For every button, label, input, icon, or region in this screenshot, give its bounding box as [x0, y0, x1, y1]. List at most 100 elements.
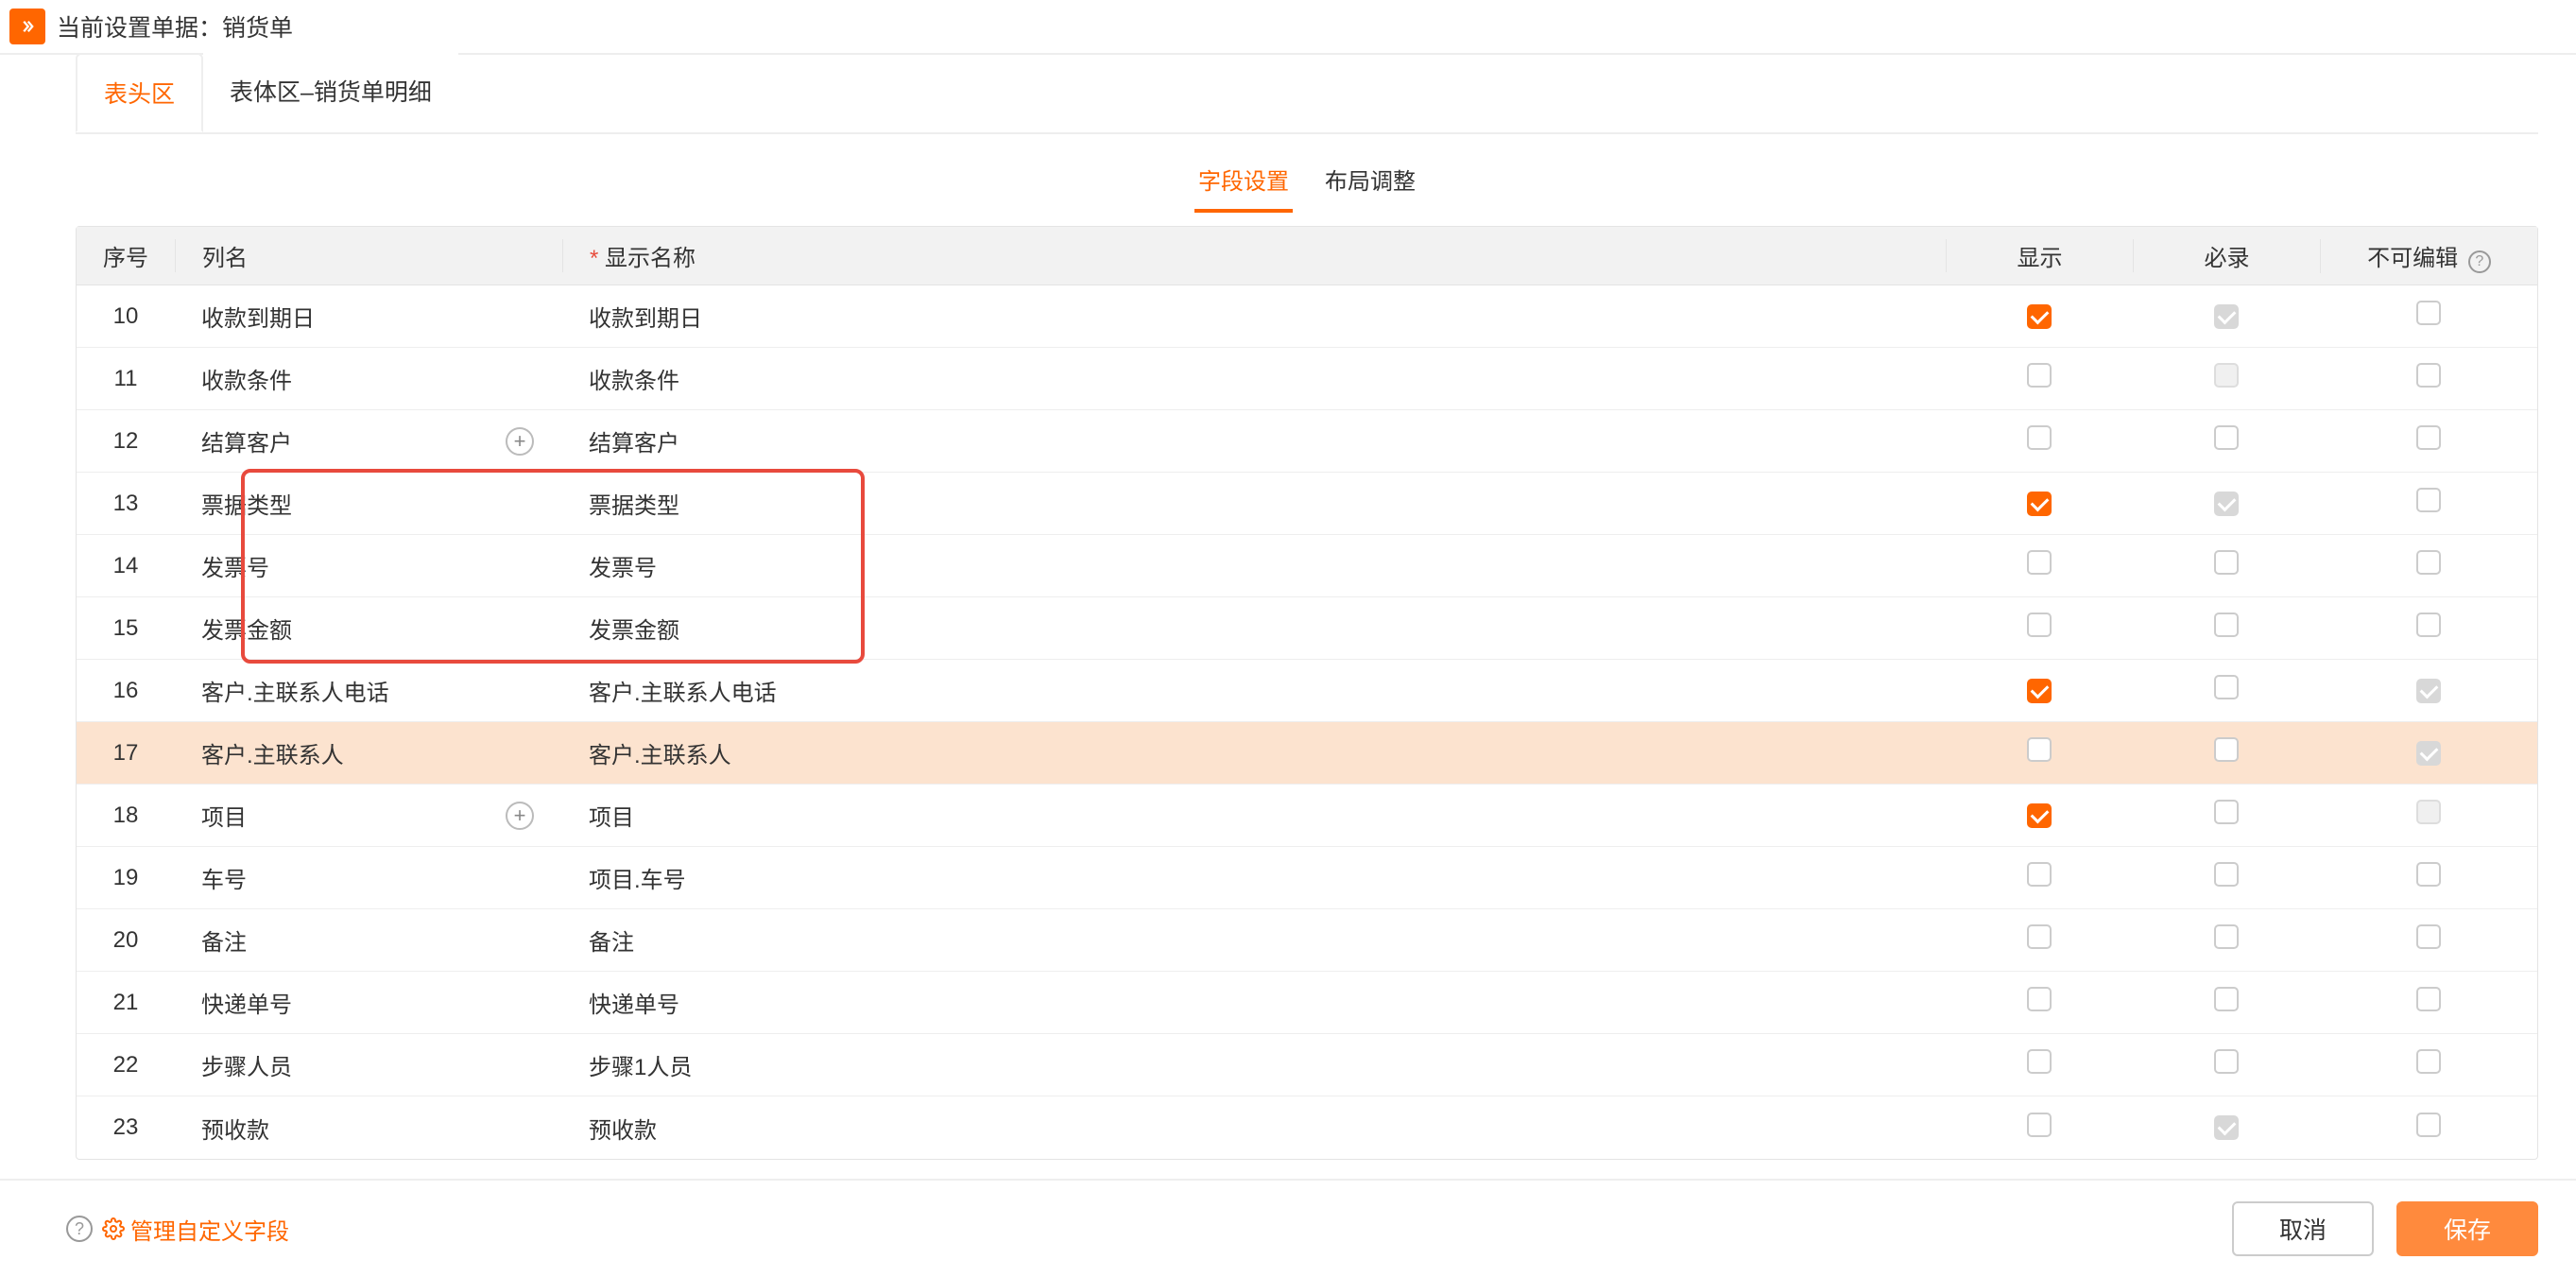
row-show-cell	[1946, 1049, 2133, 1080]
row-name: 备注	[175, 923, 562, 957]
help-icon[interactable]: ?	[2468, 250, 2491, 273]
row-seq: 18	[77, 802, 175, 829]
row-locked-cell	[2320, 740, 2537, 767]
row-display-name[interactable]: 项目.车号	[562, 861, 1946, 894]
checkbox[interactable]	[2027, 737, 2052, 762]
help-icon[interactable]: ?	[66, 1216, 93, 1242]
row-show-cell	[1946, 1113, 2133, 1144]
checkbox[interactable]	[2027, 924, 2052, 949]
row-display-name[interactable]: 备注	[562, 923, 1946, 957]
checkbox[interactable]	[2416, 425, 2441, 450]
table-row: 10收款到期日收款到期日	[77, 285, 2537, 348]
tab-secondary-0[interactable]: 字段设置	[1194, 163, 1293, 213]
checkbox[interactable]	[2027, 1113, 2052, 1137]
row-seq: 19	[77, 865, 175, 891]
expand-button[interactable]: +	[506, 427, 534, 456]
checkbox[interactable]	[2214, 425, 2239, 450]
row-required-cell	[2133, 737, 2320, 768]
row-locked-cell	[2320, 862, 2537, 893]
checkbox[interactable]	[2027, 803, 2052, 828]
manage-custom-fields-link[interactable]: 管理自定义字段	[102, 1213, 289, 1246]
checkbox[interactable]	[2416, 924, 2441, 949]
row-display-name[interactable]: 收款条件	[562, 362, 1946, 395]
row-locked-cell	[2320, 1113, 2537, 1144]
expand-button[interactable]: +	[506, 802, 534, 830]
checkbox	[2214, 492, 2239, 516]
checkbox[interactable]	[2416, 301, 2441, 325]
checkbox[interactable]	[2214, 987, 2239, 1011]
save-button[interactable]: 保存	[2396, 1201, 2538, 1256]
row-display-name[interactable]: 步骤1人员	[562, 1048, 1946, 1081]
checkbox[interactable]	[2416, 613, 2441, 637]
row-locked-cell	[2320, 301, 2537, 332]
row-display-name[interactable]: 项目	[562, 799, 1946, 832]
row-display-name[interactable]: 快递单号	[562, 986, 1946, 1019]
row-seq: 23	[77, 1114, 175, 1141]
checkbox[interactable]	[2027, 679, 2052, 703]
row-display-name[interactable]: 客户.主联系人电话	[562, 674, 1946, 707]
tab-secondary-1[interactable]: 布局调整	[1321, 163, 1419, 213]
checkbox[interactable]	[2416, 488, 2441, 512]
row-show-cell	[1946, 862, 2133, 893]
row-name: 收款到期日	[175, 300, 562, 333]
row-name: 发票号	[175, 549, 562, 582]
row-display-name[interactable]: 结算客户	[562, 424, 1946, 457]
checkbox[interactable]	[2214, 1049, 2239, 1074]
tab-primary-1[interactable]: 表体区–销货单明细	[203, 53, 458, 132]
checkbox[interactable]	[2027, 304, 2052, 329]
row-name: 收款条件	[175, 362, 562, 395]
checkbox[interactable]	[2027, 613, 2052, 637]
checkbox	[2214, 363, 2239, 388]
checkbox[interactable]	[2027, 492, 2052, 516]
row-display-name[interactable]: 发票号	[562, 549, 1946, 582]
row-display-name[interactable]: 收款到期日	[562, 300, 1946, 333]
checkbox[interactable]	[2416, 862, 2441, 887]
row-show-cell	[1946, 550, 2133, 581]
checkbox[interactable]	[2027, 363, 2052, 388]
table-row: 22步骤人员步骤1人员	[77, 1034, 2537, 1096]
col-header-seq: 序号	[77, 239, 175, 272]
checkbox[interactable]	[2027, 1049, 2052, 1074]
checkbox[interactable]	[2416, 363, 2441, 388]
checkbox[interactable]	[2214, 924, 2239, 949]
row-show-cell	[1946, 924, 2133, 956]
sidebar-toggle[interactable]	[9, 9, 45, 44]
row-required-cell	[2133, 363, 2320, 394]
row-display-name[interactable]: 预收款	[562, 1112, 1946, 1145]
checkbox[interactable]	[2027, 550, 2052, 575]
checkbox[interactable]	[2416, 550, 2441, 575]
checkbox[interactable]	[2214, 613, 2239, 637]
checkbox[interactable]	[2416, 987, 2441, 1011]
row-display-name[interactable]: 票据类型	[562, 487, 1946, 520]
checkbox[interactable]	[2027, 862, 2052, 887]
row-seq: 21	[77, 990, 175, 1016]
table-row: 12结算客户+结算客户	[77, 410, 2537, 473]
checkbox[interactable]	[2027, 425, 2052, 450]
tab-primary-0[interactable]: 表头区	[76, 53, 203, 132]
row-required-cell	[2133, 1049, 2320, 1080]
cancel-button[interactable]: 取消	[2232, 1201, 2374, 1256]
checkbox[interactable]	[2214, 550, 2239, 575]
row-locked-cell	[2320, 1049, 2537, 1080]
checkbox[interactable]	[2214, 675, 2239, 699]
row-name: 结算客户+	[175, 424, 562, 457]
gear-icon	[102, 1217, 125, 1240]
checkbox[interactable]	[2214, 737, 2239, 762]
row-display-name[interactable]: 发票金额	[562, 612, 1946, 645]
checkbox[interactable]	[2416, 1049, 2441, 1074]
row-locked-cell	[2320, 613, 2537, 644]
checkbox	[2416, 741, 2441, 766]
row-required-cell	[2133, 987, 2320, 1018]
col-header-display: * 显示名称	[562, 239, 1946, 272]
checkbox[interactable]	[2027, 987, 2052, 1011]
chevrons-right-icon	[19, 18, 36, 35]
row-display-name[interactable]: 客户.主联系人	[562, 736, 1946, 769]
col-header-name: 列名	[175, 239, 562, 272]
checkbox	[2214, 1115, 2239, 1140]
checkbox	[2416, 679, 2441, 703]
row-required-cell	[2133, 924, 2320, 956]
checkbox[interactable]	[2214, 800, 2239, 824]
checkbox[interactable]	[2416, 1113, 2441, 1137]
checkbox[interactable]	[2214, 862, 2239, 887]
table-row: 17客户.主联系人客户.主联系人	[77, 722, 2537, 785]
